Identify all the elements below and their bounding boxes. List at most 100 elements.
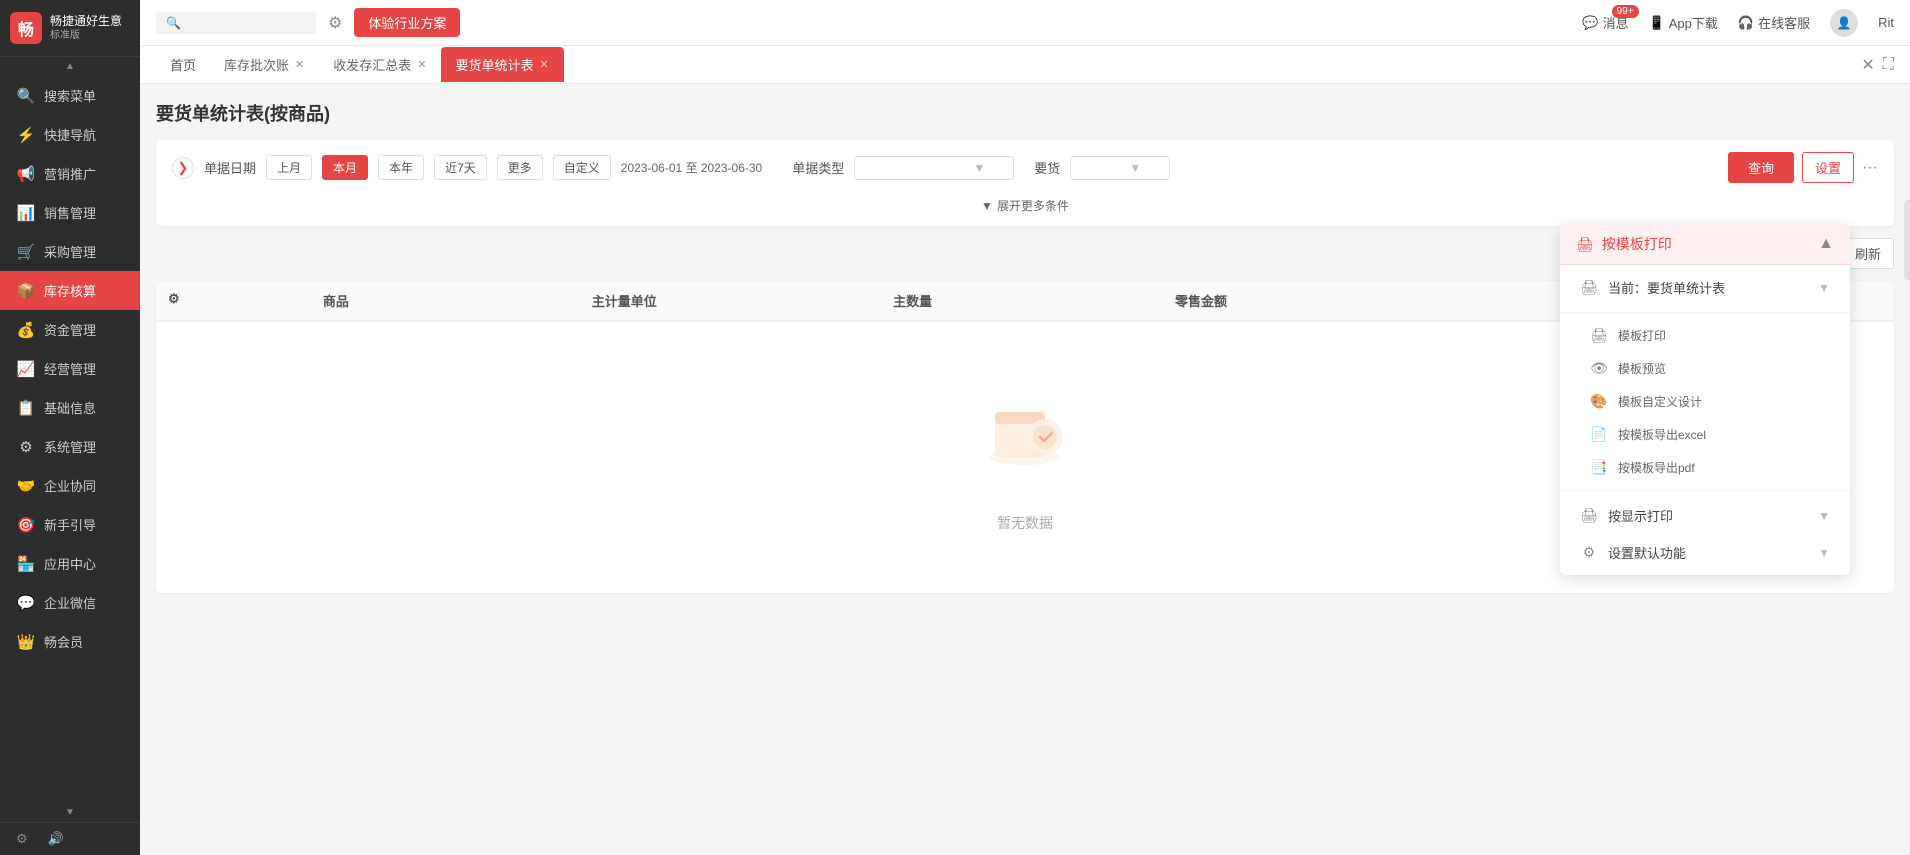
template-pdf-label: 按模板导出pdf [1618, 459, 1695, 476]
tab-receipt-summary[interactable]: 收发存汇总表 ✕ [319, 47, 441, 82]
chevron-up-icon[interactable]: ▲ [1818, 235, 1834, 253]
filter-expand-btn[interactable]: ❯ [172, 157, 194, 179]
menu-item-template-print[interactable]: 🖨 模板打印 [1560, 319, 1850, 352]
template-pdf-icon: 📑 [1590, 459, 1608, 476]
sidebar-item-enterprise[interactable]: 🤝 企业协同 [0, 466, 140, 505]
goods-filter-label: 要货 [1034, 158, 1060, 177]
template-custom-icon: 🎨 [1590, 393, 1608, 410]
query-button[interactable]: 查询 [1728, 152, 1794, 183]
wechat-icon: 💬 [16, 594, 36, 612]
audio-footer-icon[interactable]: 🔊 [48, 831, 64, 847]
set-default-label: 设置默认功能 [1608, 543, 1686, 562]
date-btn-current-month[interactable]: 本月 [322, 155, 368, 180]
expand-conditions-button[interactable]: ▼ 展开更多条件 [981, 197, 1069, 214]
set-default-item[interactable]: ⚙ 设置默认功能 ▼ [1560, 534, 1850, 571]
tab-close-icon[interactable]: ✕ [417, 58, 426, 71]
order-type-dropdown[interactable]: ▼ [854, 156, 1014, 180]
sidebar-item-quick-nav[interactable]: ⚡ 快捷导航 [0, 115, 140, 154]
app-download-button[interactable]: 📱 App下载 [1649, 13, 1718, 32]
sidebar-item-label: 畅会员 [44, 632, 83, 651]
display-print-label: 按显示打印 [1608, 506, 1673, 525]
filter-card: ❯ 单据日期 上月 本月 本年 近7天 更多 自定义 2023-06-01 至 … [156, 140, 1894, 226]
sidebar-item-purchase[interactable]: 🛒 采购管理 [0, 232, 140, 271]
menu-item-template-excel[interactable]: 📄 按模板导出excel [1560, 418, 1850, 451]
display-print-icon: 🖨 [1580, 507, 1598, 524]
close-window-icon[interactable]: ✕ [1861, 55, 1874, 75]
date-btn-more[interactable]: 更多 [497, 155, 543, 180]
date-btn-custom[interactable]: 自定义 [553, 155, 611, 180]
sidebar-item-label: 基础信息 [44, 398, 96, 417]
sidebar-footer: ⚙ 🔊 [0, 822, 140, 855]
sidebar-item-operation[interactable]: 📈 经营管理 [0, 349, 140, 388]
more-options-icon[interactable]: ··· [1862, 159, 1878, 177]
app-header: 🔍 ⚙ 体验行业方案 💬 消息 99+ 📱 App下载 🎧 在线客服 👤 Rit [140, 0, 1910, 46]
sidebar-item-sales[interactable]: 📊 销售管理 [0, 193, 140, 232]
menu-item-template-preview[interactable]: 👁 模板预览 [1560, 352, 1850, 385]
sidebar-item-inventory[interactable]: 📦 库存核算 [0, 271, 140, 310]
marketing-icon: 📢 [16, 165, 36, 183]
tab-close-icon[interactable]: ✕ [295, 58, 304, 71]
sidebar-item-marketing[interactable]: 📢 营销推广 [0, 154, 140, 193]
sidebar-scroll-down[interactable]: ▼ [0, 803, 140, 822]
date-btn-prev-month[interactable]: 上月 [266, 155, 312, 180]
sidebar: 畅 畅捷通好生意 标准版 ▲ 🔍 搜索菜单 ⚡ 快捷导航 📢 营销推广 📊 销售… [0, 0, 140, 855]
template-preview-label: 模板预览 [1618, 360, 1666, 377]
settings-col-icon[interactable]: ⚙ [168, 291, 180, 306]
header-search-icon: 🔍 [166, 16, 181, 30]
sidebar-item-member[interactable]: 👑 畅会员 [0, 622, 140, 661]
settings-footer-icon[interactable]: ⚙ [16, 831, 28, 847]
display-print-item[interactable]: 🖨 按显示打印 ▼ [1560, 497, 1850, 534]
online-service-button[interactable]: 🎧 在线客服 [1738, 13, 1810, 32]
empty-text: 暂无数据 [997, 513, 1053, 533]
messages-button[interactable]: 💬 消息 99+ [1582, 13, 1628, 32]
sidebar-item-label: 新手引导 [44, 515, 96, 534]
sidebar-item-wechat[interactable]: 💬 企业微信 [0, 583, 140, 622]
print-menu-display-section: 🖨 按显示打印 ▼ ⚙ 设置默认功能 ▼ [1560, 493, 1850, 575]
display-print-arrow: ▼ [1818, 509, 1830, 523]
date-btn-last7days[interactable]: 近7天 [434, 155, 487, 180]
tab-order-stats[interactable]: 要货单统计表 ✕ [441, 47, 563, 82]
resize-handle[interactable] [1904, 200, 1910, 280]
goods-dropdown[interactable]: ▼ [1070, 156, 1170, 180]
date-filter-label: 单据日期 [204, 158, 256, 177]
current-template-item[interactable]: 🖨 当前：要货单统计表 ▼ [1560, 269, 1850, 306]
app-logo: 畅 畅捷通好生意 标准版 [0, 0, 140, 57]
user-avatar[interactable]: 👤 [1830, 9, 1858, 37]
page-content-area: 要货单统计表(按商品) ❯ 单据日期 上月 本月 本年 近7天 更多 自定义 2… [140, 84, 1910, 855]
settings-gear-icon[interactable]: ⚙ [328, 13, 342, 33]
app-download-label: App下载 [1669, 13, 1718, 32]
sidebar-nav: 🔍 搜索菜单 ⚡ 快捷导航 📢 营销推广 📊 销售管理 🛒 采购管理 📦 库存核… [0, 76, 140, 803]
sidebar-item-guide[interactable]: 🎯 新手引导 [0, 505, 140, 544]
print-menu-items-section: 🖨 模板打印 👁 模板预览 🎨 模板自定义设计 📄 按模板导出excel 📑 [1560, 315, 1850, 488]
sidebar-item-finance[interactable]: 💰 资金管理 [0, 310, 140, 349]
current-template-label: 当前：要货单统计表 [1608, 278, 1725, 297]
print-menu-icon: 🖨 [1576, 236, 1594, 253]
settings-button[interactable]: 设置 [1802, 152, 1854, 183]
tab-close-icon[interactable]: ✕ [540, 58, 549, 71]
sidebar-item-system[interactable]: ⚙ 系统管理 [0, 427, 140, 466]
trial-button[interactable]: 体验行业方案 [354, 8, 460, 37]
print-menu-title: 🖨 按模板打印 [1576, 234, 1672, 254]
sidebar-scroll-up[interactable]: ▲ [0, 57, 140, 76]
operation-icon: 📈 [16, 360, 36, 378]
menu-item-template-custom[interactable]: 🎨 模板自定义设计 [1560, 385, 1850, 418]
tab-home[interactable]: 首页 [156, 47, 210, 82]
menu-divider-1 [1560, 312, 1850, 313]
finance-icon: 💰 [16, 321, 36, 339]
sidebar-item-appstore[interactable]: 🏪 应用中心 [0, 544, 140, 583]
sidebar-item-label: 搜索菜单 [44, 86, 96, 105]
set-default-icon: ⚙ [1580, 544, 1598, 561]
sidebar-item-basic[interactable]: 📋 基础信息 [0, 388, 140, 427]
empty-illustration [975, 382, 1075, 501]
filter-row-date: ❯ 单据日期 上月 本月 本年 近7天 更多 自定义 2023-06-01 至 … [172, 152, 1878, 183]
filter-expand-row: ▼ 展开更多条件 [172, 191, 1878, 214]
date-btn-current-year[interactable]: 本年 [378, 155, 424, 180]
menu-item-template-pdf[interactable]: 📑 按模板导出pdf [1560, 451, 1850, 484]
header-search-box[interactable]: 🔍 [156, 12, 316, 34]
date-range-display: 2023-06-01 至 2023-06-30 [621, 159, 762, 176]
maximize-window-icon[interactable]: ⛶ [1883, 56, 1894, 74]
tab-inventory-batch[interactable]: 库存批次账 ✕ [210, 47, 319, 82]
sidebar-item-label: 营销推广 [44, 164, 96, 183]
sidebar-item-search[interactable]: 🔍 搜索菜单 [0, 76, 140, 115]
appstore-icon: 🏪 [16, 555, 36, 573]
